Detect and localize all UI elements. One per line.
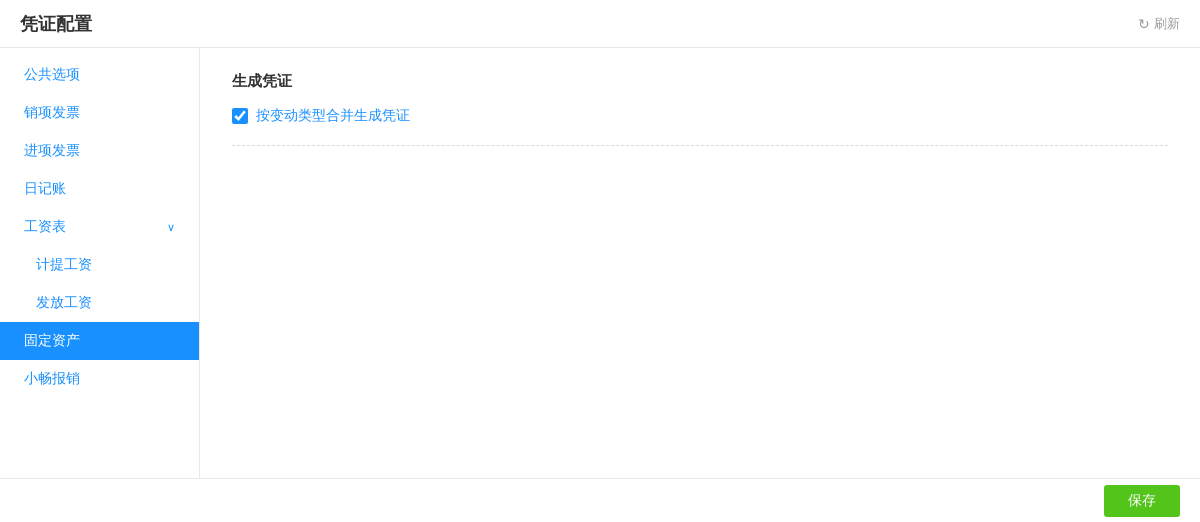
- section-title: 生成凭证: [232, 72, 1168, 91]
- footer-bar: 保存: [0, 478, 1200, 522]
- sidebar-item-petty-expense[interactable]: 小畅报销: [0, 360, 199, 398]
- content-area: 生成凭证 按变动类型合并生成凭证: [200, 48, 1200, 478]
- checkbox-label[interactable]: 按变动类型合并生成凭证: [256, 107, 410, 125]
- checkbox-row: 按变动类型合并生成凭证: [232, 107, 1168, 125]
- chevron-down-icon: ∨: [167, 221, 175, 234]
- sidebar-item-fixed-assets[interactable]: 固定资产: [0, 322, 199, 360]
- refresh-label: 刷新: [1154, 15, 1180, 33]
- sidebar-item-payroll-table[interactable]: 工资表 ∨: [0, 208, 199, 246]
- main-container: 公共选项 销项发票 进项发票 日记账 工资表 ∨ 计提工资 发放工资 固定资产 …: [0, 48, 1200, 478]
- sidebar-item-calc-payroll[interactable]: 计提工资: [0, 246, 199, 284]
- page-header: 凭证配置 ↻ 刷新: [0, 0, 1200, 48]
- merge-by-type-checkbox[interactable]: [232, 108, 248, 124]
- refresh-icon: ↻: [1138, 16, 1150, 32]
- refresh-button[interactable]: ↻ 刷新: [1138, 15, 1180, 33]
- section-divider: [232, 145, 1168, 146]
- sidebar-item-public-options[interactable]: 公共选项: [0, 56, 199, 94]
- save-button[interactable]: 保存: [1104, 485, 1180, 517]
- page-title: 凭证配置: [20, 12, 92, 36]
- sidebar: 公共选项 销项发票 进项发票 日记账 工资表 ∨ 计提工资 发放工资 固定资产 …: [0, 48, 200, 478]
- sidebar-item-purchase-invoice[interactable]: 进项发票: [0, 132, 199, 170]
- sidebar-item-issue-payroll[interactable]: 发放工资: [0, 284, 199, 322]
- sidebar-item-journal[interactable]: 日记账: [0, 170, 199, 208]
- sidebar-item-sales-invoice[interactable]: 销项发票: [0, 94, 199, 132]
